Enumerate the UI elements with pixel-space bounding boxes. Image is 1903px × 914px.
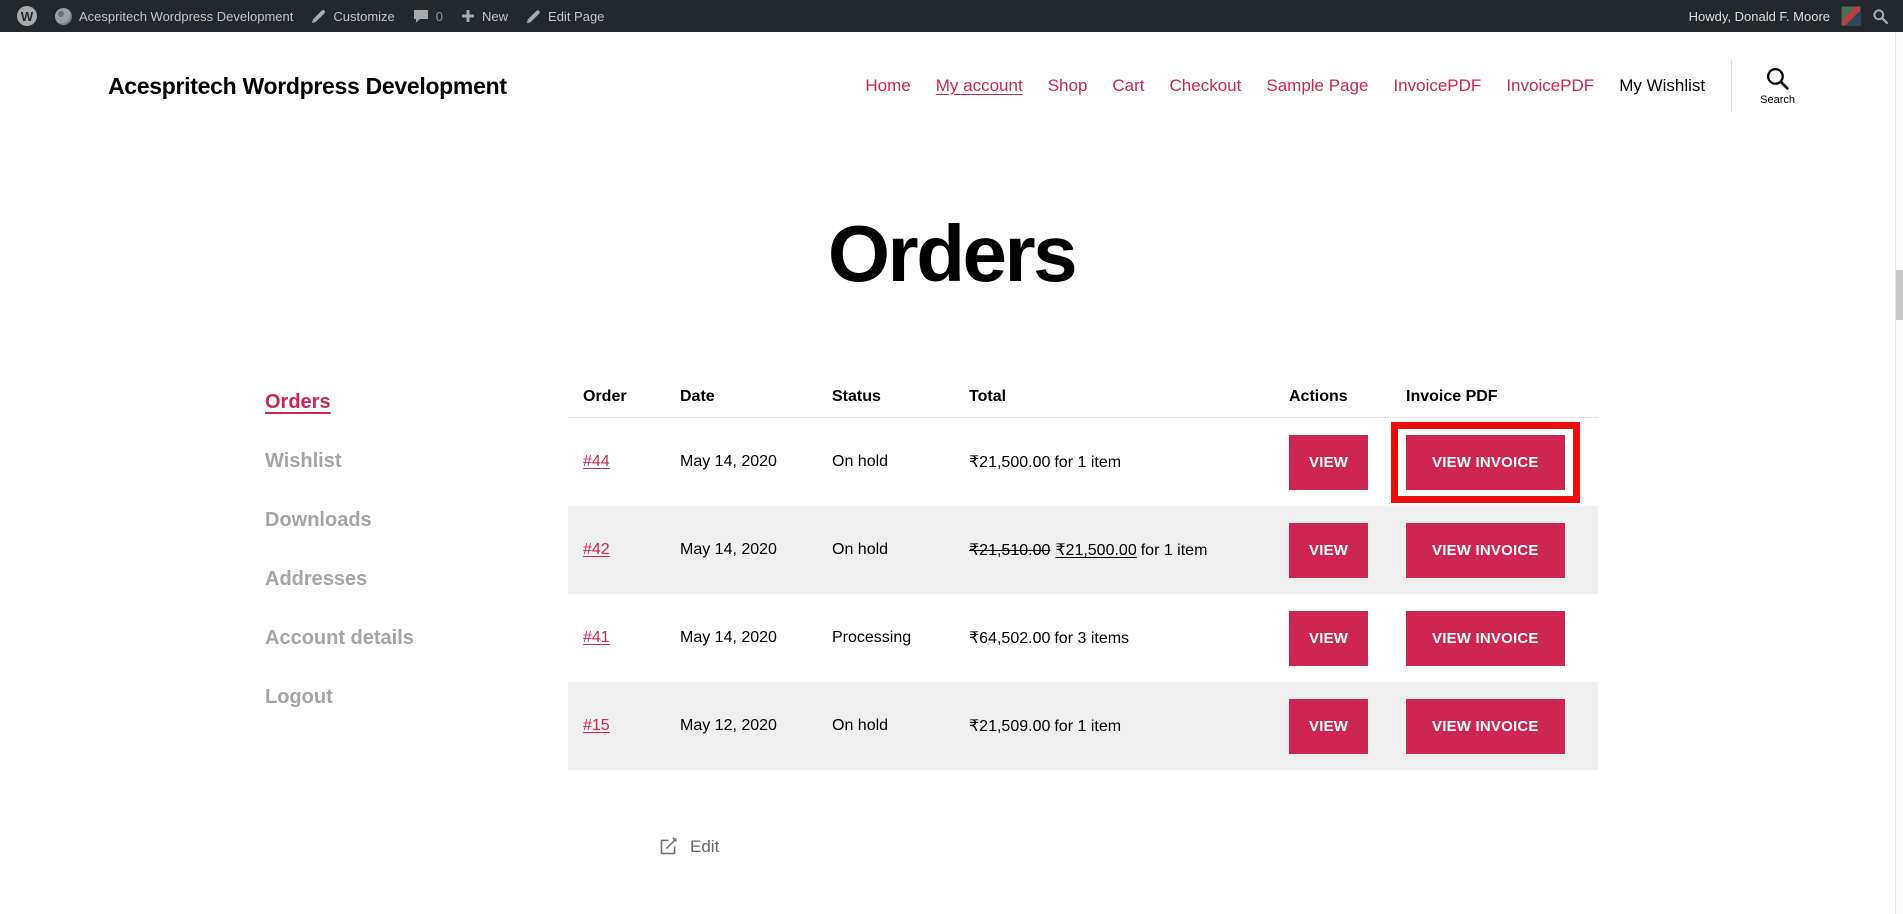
order-row: #41 May 14, 2020 Processing ₹64,502.00 for 3… xyxy=(568,594,1598,682)
current-price: ₹21,500.00 xyxy=(1055,542,1137,559)
admin-search-icon[interactable] xyxy=(1872,8,1889,25)
my-account-content: Orders Wishlist Downloads Addresses Account … xyxy=(265,388,1598,770)
user-avatar[interactable] xyxy=(1841,6,1861,26)
nav-item[interactable]: Shop xyxy=(1048,76,1088,96)
edit-page-link[interactable]: Edit xyxy=(658,836,719,857)
admin-bar-left: W Acespritech Wordpress Development Cust… xyxy=(0,0,613,32)
order-row: #15 May 12, 2020 On hold ₹21,509.00 for 1 it… xyxy=(568,682,1598,770)
nav-item[interactable]: Cart xyxy=(1112,76,1144,96)
nav-item[interactable]: InvoicePDF xyxy=(1506,76,1594,96)
column-header: Invoice PDF xyxy=(1406,388,1498,405)
order-total: ₹21,509.00 for 1 item xyxy=(969,716,1289,736)
nav-item[interactable]: InvoicePDF xyxy=(1393,76,1481,96)
order-total: ₹21,510.00 ₹21,500.00 for 1 item xyxy=(969,540,1289,560)
scrollbar-thumb[interactable] xyxy=(1896,270,1903,320)
wp-logo-menu[interactable]: W xyxy=(8,0,46,32)
page-title: Orders xyxy=(827,209,1078,298)
howdy-account-label[interactable]: Howdy, Donald F. Moore xyxy=(1689,9,1830,24)
item-count-text: for 1 item xyxy=(1054,718,1122,735)
admin-bar-edit-page[interactable]: Edit Page xyxy=(517,0,613,32)
column-header: Order xyxy=(583,388,627,405)
order-date: May 14, 2020 xyxy=(680,541,777,558)
site-header: Acespritech Wordpress Development Home My… xyxy=(0,32,1903,140)
item-count-text: for 1 item xyxy=(1054,454,1122,471)
orders-table-body: #44 May 14, 2020 On hold ₹21,500.00 for 1 it… xyxy=(568,418,1598,770)
old-price: ₹21,510.00 xyxy=(969,542,1051,559)
view-invoice-button[interactable]: VIEW INVOICE xyxy=(1406,434,1565,490)
orders-table: Order Date Status Total Actions Invoice PDF #… xyxy=(568,388,1598,770)
view-order-button[interactable]: VIEW xyxy=(1289,434,1369,490)
current-price: ₹21,500.00 xyxy=(969,454,1051,471)
current-price: ₹21,509.00 xyxy=(969,718,1051,735)
main-nav: Home My account Shop Cart Checkout Sample Pag… xyxy=(865,76,1705,96)
account-nav-item[interactable]: Orders xyxy=(265,390,568,415)
admin-bar-comments-count: 0 xyxy=(435,8,444,24)
admin-bar-right: Howdy, Donald F. Moore xyxy=(1689,0,1903,32)
edit-icon xyxy=(660,837,677,855)
vertical-scrollbar[interactable] xyxy=(1895,32,1903,914)
item-count-text: for 3 items xyxy=(1054,630,1130,647)
account-nav-item[interactable]: Downloads xyxy=(265,508,568,533)
column-header: Total xyxy=(969,388,1007,405)
view-invoice-button[interactable]: VIEW INVOICE xyxy=(1406,698,1565,754)
order-status: Processing xyxy=(832,629,912,646)
admin-bar-customize-label: Customize xyxy=(333,8,395,24)
site-title[interactable]: Acespritech Wordpress Development xyxy=(108,73,507,100)
current-price: ₹64,502.00 xyxy=(969,630,1051,647)
account-nav: Orders Wishlist Downloads Addresses Account … xyxy=(265,388,568,770)
account-nav-item[interactable]: Account details xyxy=(265,626,568,651)
orders-table-header: Order Date Status Total Actions Invoice PDF xyxy=(568,388,1598,418)
order-status: On hold xyxy=(832,453,889,470)
search-label: Search xyxy=(1760,94,1795,106)
order-row: #44 May 14, 2020 On hold ₹21,500.00 for 1 it… xyxy=(568,418,1598,506)
view-order-button[interactable]: VIEW xyxy=(1289,522,1369,578)
view-order-button[interactable]: VIEW xyxy=(1289,610,1369,666)
plus-icon xyxy=(462,10,475,22)
admin-bar-edit-page-label: Edit Page xyxy=(548,8,605,24)
admin-bar-customize[interactable]: Customize xyxy=(302,0,403,32)
column-header: Date xyxy=(680,388,715,405)
order-date: May 14, 2020 xyxy=(680,629,777,646)
admin-bar-site-name[interactable]: Acespritech Wordpress Development xyxy=(46,0,302,32)
order-total: ₹21,500.00 for 1 item xyxy=(969,452,1289,472)
nav-item[interactable]: My account xyxy=(936,76,1023,96)
order-number-link[interactable]: #15 xyxy=(583,717,610,734)
view-order-button[interactable]: VIEW xyxy=(1289,698,1369,754)
order-row: #42 May 14, 2020 On hold ₹21,510.00 ₹21,500.… xyxy=(568,506,1598,594)
account-nav-item[interactable]: Addresses xyxy=(265,567,568,592)
account-nav-item[interactable]: Logout xyxy=(265,685,568,710)
nav-item[interactable]: My Wishlist xyxy=(1619,76,1705,96)
order-status: On hold xyxy=(832,717,889,734)
annotation-highlight-box: VIEW INVOICE xyxy=(1391,421,1580,503)
admin-bar-new[interactable]: New xyxy=(452,0,517,32)
order-number-link[interactable]: #41 xyxy=(583,629,610,646)
admin-bar-comments[interactable]: 0 xyxy=(404,0,452,32)
view-invoice-button[interactable]: VIEW INVOICE xyxy=(1406,610,1565,666)
order-total: ₹64,502.00 for 3 items xyxy=(969,628,1289,648)
item-count-text: for 1 item xyxy=(1140,542,1208,559)
wp-admin-bar: W Acespritech Wordpress Development Cust… xyxy=(0,0,1903,32)
column-header: Status xyxy=(832,388,881,405)
order-date: May 14, 2020 xyxy=(680,453,777,470)
order-date: May 12, 2020 xyxy=(680,717,777,734)
edit-pencil-icon xyxy=(526,9,540,23)
admin-bar-new-label: New xyxy=(482,8,509,24)
column-header: Actions xyxy=(1289,388,1348,405)
search-icon xyxy=(1767,67,1789,90)
nav-item[interactable]: Sample Page xyxy=(1266,76,1368,96)
comments-bubble-icon xyxy=(413,10,428,23)
admin-bar-site-name-label: Acespritech Wordpress Development xyxy=(79,8,294,24)
order-number-link[interactable]: #44 xyxy=(583,453,610,470)
account-nav-item[interactable]: Wishlist xyxy=(265,449,568,474)
view-invoice-button[interactable]: VIEW INVOICE xyxy=(1406,522,1565,578)
edit-link-label: Edit xyxy=(690,836,720,856)
nav-item[interactable]: Home xyxy=(865,76,910,96)
order-number-link[interactable]: #42 xyxy=(583,541,610,558)
order-status: On hold xyxy=(832,541,889,558)
customize-brush-icon xyxy=(312,9,326,23)
wordpress-logo-icon: W xyxy=(17,6,37,26)
header-search-toggle[interactable]: Search xyxy=(1731,60,1795,112)
site-icon xyxy=(55,7,72,25)
nav-item[interactable]: Checkout xyxy=(1170,76,1242,96)
